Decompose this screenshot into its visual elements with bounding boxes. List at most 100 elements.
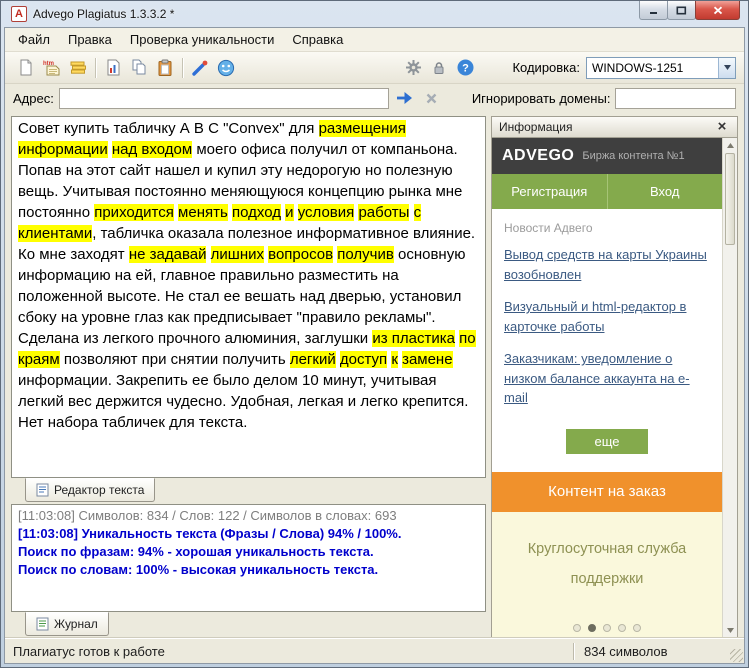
documents-stack-icon [70,61,86,74]
journal-tab-icon [36,617,49,631]
help-button[interactable]: ? [452,55,478,81]
news-link-2[interactable]: Визуальный и html-редактор в карточке ра… [504,297,710,336]
carousel-dot[interactable] [633,624,641,632]
ignore-domains-label: Игнорировать домены: [471,90,611,106]
stop-x-icon [426,93,437,103]
log-output: [11:03:08] Символов: 834 / Слов: 122 / С… [11,504,486,612]
highlighted-text: вопросов [268,246,334,263]
address-input[interactable] [58,87,389,109]
more-row: еще [504,421,710,458]
more-button[interactable]: еще [566,428,648,454]
highlighted-text: информации [18,141,108,158]
highlighted-text: приходится [94,204,174,221]
news-link-1[interactable]: Вывод средств на карты Украины возобновл… [504,245,710,284]
advego-brand: ADVEGO [502,147,575,164]
info-panel-body: ADVEGO Биржа контента №1 Регистрация Вхо… [492,138,722,637]
editor-text[interactable]: Совет купить табличку А В С "Convex" для… [11,116,486,478]
highlighted-text: условия [297,204,355,221]
support-line-1: Круглосуточная служба [527,540,687,557]
menu-bar: Файл Правка Проверка уникальности Справк… [5,28,744,52]
scrollbar-track[interactable] [723,246,737,623]
scrollbar-thumb[interactable] [725,153,735,245]
advego-tagline: Биржа контента №1 [582,150,685,162]
info-panel-content: ADVEGO Биржа контента №1 Регистрация Вхо… [491,138,738,638]
info-close-icon[interactable]: × [714,119,730,134]
register-button[interactable]: Регистрация [492,174,607,209]
log-line: Поиск по словам: 100% - высокая уникальн… [18,562,379,577]
minimize-icon [649,11,657,14]
gear-icon [405,60,421,75]
copy-button[interactable] [126,55,152,81]
encoding-select[interactable]: WINDOWS-1251 [586,56,736,79]
highlighted-text: замене [402,351,453,368]
log-tabstrip: Журнал [11,612,486,638]
highlighted-text: легкий [289,351,336,368]
batch-files-button[interactable] [65,55,91,81]
chevron-down-icon[interactable] [718,57,735,78]
carousel-dot[interactable] [618,624,626,632]
deep-check-button[interactable] [213,55,239,81]
plain-text: позволяют при снятии получить [59,351,290,368]
scroll-up-icon[interactable] [723,138,737,152]
advego-header: ADVEGO Биржа контента №1 [492,138,722,174]
carousel-dot[interactable] [603,624,611,632]
minimize-button[interactable] [639,1,668,20]
encoding-value: WINDOWS-1251 [592,60,684,75]
stop-button[interactable] [421,87,443,109]
tab-text-editor-label: Редактор текста [54,483,145,497]
tab-journal-label: Журнал [54,617,98,631]
highlighted-text: получив [337,246,394,263]
menu-help[interactable]: Справка [283,29,352,50]
ignore-domains-input[interactable] [615,87,736,109]
log-line: [11:03:08] Уникальность текста (Фразы / … [18,526,402,541]
menu-edit[interactable]: Правка [59,29,121,50]
tab-text-editor[interactable]: Редактор текста [25,478,156,502]
log-line: Поиск по фразам: 94% - хорошая уникально… [18,544,374,559]
check-wand-icon [192,60,208,76]
news-link-3[interactable]: Заказчикам: уведомление о низком балансе… [504,349,710,408]
app-icon-letter: A [15,8,23,20]
carousel-dot[interactable] [573,624,581,632]
paste-icon [158,59,172,76]
login-button[interactable]: Вход [606,174,723,209]
menu-check-uniqueness[interactable]: Проверка уникальности [121,29,283,50]
info-panel-title: Информация [499,120,573,134]
settings-button[interactable] [400,55,426,81]
highlighted-text: подход [231,204,281,221]
highlighted-text: работы [358,204,410,221]
go-button[interactable] [394,87,416,109]
support-banner[interactable]: Круглосуточная служба поддержки [492,511,722,637]
resize-grip[interactable] [730,649,743,662]
plain-text: информации. Закрепить ее было делом 10 м… [18,372,469,431]
check-uniqueness-button[interactable] [187,55,213,81]
report-button[interactable] [100,55,126,81]
char-count: 834 символов [584,643,668,659]
auth-row: Регистрация Вход [492,174,722,209]
app-frame: Файл Правка Проверка уникальности Справк… [4,27,745,664]
toolbar: htm ? Кодировка: WINDOWS-1251 [5,52,744,84]
plain-text [409,204,413,221]
new-document-button[interactable] [13,55,39,81]
plain-text: Совет купить табличку А В С "Convex" для [18,120,319,137]
info-panel: Информация × ADVEGO Биржа контента №1 Ре… [491,116,738,638]
scroll-down-icon[interactable] [723,623,737,637]
carousel-dots [492,624,722,632]
maximize-button[interactable] [667,1,696,20]
title-bar[interactable]: A Advego Plagiatus 1.3.3.2 * [4,1,745,27]
app-icon: A [11,6,27,22]
close-button[interactable] [695,1,740,20]
menu-file[interactable]: Файл [9,29,59,50]
tab-journal[interactable]: Журнал [25,612,109,636]
proxy-button[interactable] [426,55,452,81]
carousel-dot[interactable] [588,624,596,632]
paste-button[interactable] [152,55,178,81]
highlighted-text: размещения [318,120,406,137]
news-heading: Новости Адвего [504,221,593,235]
highlighted-text: над входом [111,141,193,158]
highlighted-text: менять [178,204,228,221]
go-arrow-icon [397,92,413,104]
info-scrollbar[interactable] [722,138,737,637]
lock-icon [434,61,444,74]
open-html-button[interactable]: htm [39,55,65,81]
content-order-banner[interactable]: Контент на заказ [492,471,722,512]
